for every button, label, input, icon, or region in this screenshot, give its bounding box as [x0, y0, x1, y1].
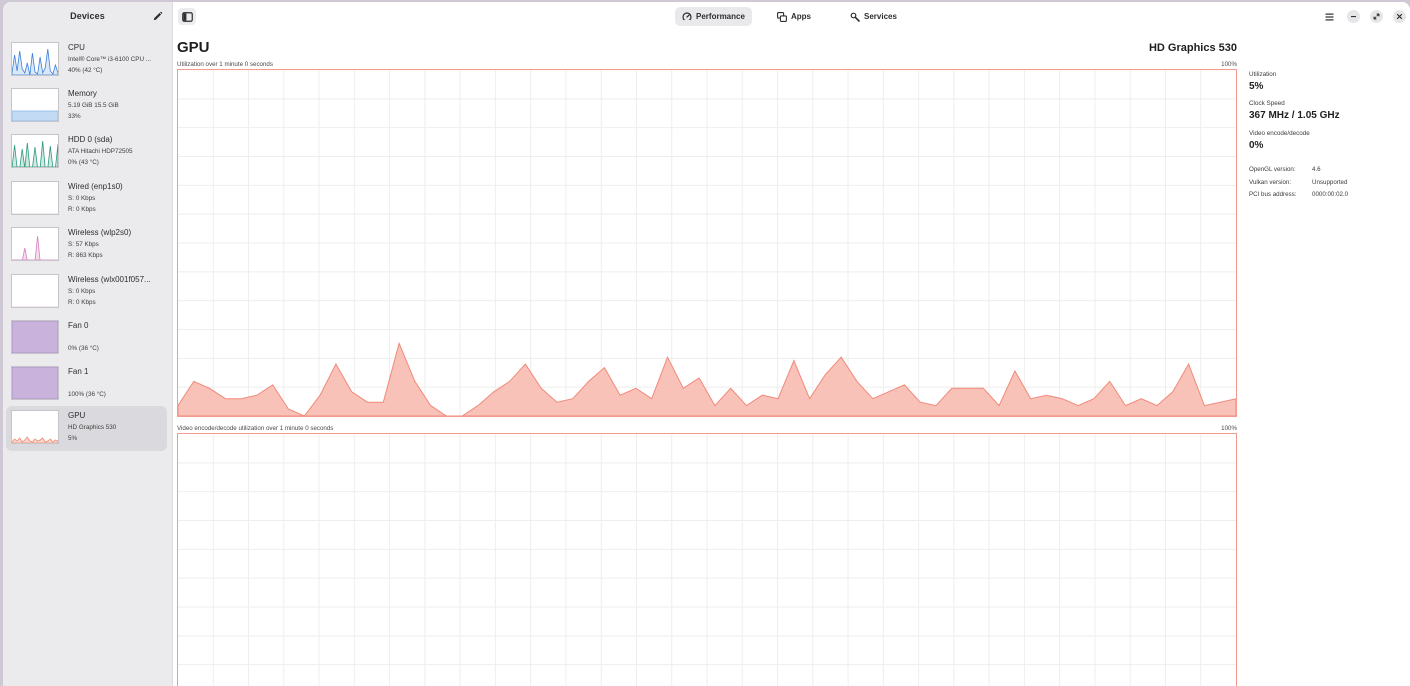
device-item-memory[interactable]: Memory 5.19 GiB 15.5 GiB 33% — [6, 84, 167, 129]
sidebar-header: Devices — [3, 2, 172, 32]
device-name: Wireless (wlp2s0) — [68, 228, 132, 237]
tab-apps[interactable]: Apps — [770, 7, 818, 26]
page-title: GPU — [177, 39, 210, 56]
utilization-graph-max: 100% — [1221, 61, 1237, 68]
utilization-value: 5% — [1249, 81, 1264, 92]
close-icon — [1396, 13, 1403, 20]
device-detail-line2: 40% (42 °C) — [68, 67, 103, 74]
clock-speed-label: Clock Speed — [1249, 100, 1285, 107]
device-name: Wireless (wlx001f057... — [68, 275, 151, 284]
tab-performance[interactable]: Performance — [675, 7, 752, 26]
sidebar-toggle-button[interactable] — [178, 8, 196, 25]
device-detail-line2: 0% (36 °C) — [68, 345, 99, 352]
tab-services-label: Services — [864, 12, 897, 21]
video-encode-decode-graph — [177, 433, 1237, 686]
tab-services[interactable]: Services — [843, 7, 904, 26]
device-name: Wired (enp1s0) — [68, 182, 123, 191]
pencil-icon — [153, 11, 162, 20]
opengl-version-label: OpenGL version: — [1249, 166, 1296, 173]
device-item-cpu[interactable]: CPU Intel® Core™ i3-6100 CPU ... 40% (42 °… — [6, 38, 167, 83]
device-detail-line1: Intel® Core™ i3-6100 CPU ... — [68, 56, 152, 63]
services-icon — [850, 12, 860, 22]
pci-bus-address-value: 0000:00:02.0 — [1312, 191, 1349, 198]
device-item-hdd-0-sda[interactable]: HDD 0 (sda) ATA Hitachi HDP72505 0% (43 °C… — [6, 130, 167, 175]
vulkan-version-value: Unsupported — [1312, 179, 1348, 186]
device-graph-thumbnail — [11, 42, 59, 76]
restore-icon — [1373, 13, 1380, 20]
device-detail-line1: S: 57 Kbps — [68, 241, 99, 248]
device-graph-thumbnail — [11, 274, 59, 308]
device-detail-line2: 0% (43 °C) — [68, 159, 99, 166]
device-name: Fan 0 — [68, 321, 89, 330]
device-detail-line1: S: 0 Kbps — [68, 195, 96, 202]
device-detail-line1: ATA Hitachi HDP72505 — [68, 148, 133, 155]
video-graph-max: 100% — [1221, 425, 1237, 432]
utilization-graph — [177, 69, 1237, 417]
maximize-button[interactable] — [1370, 10, 1383, 23]
video-encode-value: 0% — [1249, 140, 1264, 151]
device-item-wired-enp1s0[interactable]: Wired (enp1s0) S: 0 Kbps R: 0 Kbps — [6, 177, 167, 222]
device-name: HDD 0 (sda) — [68, 135, 113, 144]
device-item-gpu[interactable]: GPU HD Graphics 530 5% — [6, 406, 167, 451]
tab-apps-label: Apps — [791, 12, 811, 21]
header-bar: Performance Apps Services — [173, 2, 1410, 32]
edit-button[interactable] — [150, 9, 164, 23]
video-graph-label: Video encode/decode utilization over 1 m… — [177, 425, 334, 432]
video-encode-label: Video encode/decode — [1249, 130, 1310, 137]
device-detail-line2: 33% — [68, 113, 81, 120]
gpu-model-name: HD Graphics 530 — [1148, 42, 1237, 54]
device-item-wireless-wlx001f057[interactable]: Wireless (wlx001f057... S: 0 Kbps R: 0 Kbp… — [6, 270, 167, 315]
device-graph-thumbnail — [11, 134, 59, 168]
device-graph-thumbnail — [11, 366, 59, 400]
device-detail-line1: HD Graphics 530 — [68, 424, 117, 431]
device-name: Memory — [68, 89, 97, 98]
opengl-version-value: 4.6 — [1312, 166, 1321, 173]
utilization-graph-svg — [178, 70, 1236, 416]
device-detail-line2: 5% — [68, 435, 78, 442]
device-graph-thumbnail — [11, 410, 59, 444]
minimize-icon — [1351, 16, 1356, 18]
pci-bus-address-label: PCI bus address: — [1249, 191, 1297, 198]
main-menu-button[interactable] — [1323, 10, 1336, 23]
devices-sidebar: Devices CPU Intel® Core™ i3-6100 CPU ... 4… — [3, 2, 173, 686]
device-name: Fan 1 — [68, 367, 89, 376]
device-detail-line2: 100% (36 °C) — [68, 391, 106, 398]
device-item-fan-0[interactable]: Fan 0 0% (36 °C) — [6, 316, 167, 361]
utilization-label: Utilization — [1249, 71, 1277, 78]
close-button[interactable] — [1393, 10, 1406, 23]
device-item-wireless-wlp2s0[interactable]: Wireless (wlp2s0) S: 57 Kbps R: 863 Kbps — [6, 223, 167, 268]
device-graph-thumbnail — [11, 181, 59, 215]
gauge-icon — [682, 11, 692, 22]
device-name: GPU — [68, 411, 86, 420]
device-detail-line1: 5.19 GiB 15.5 GiB — [68, 102, 119, 109]
sidebar-toggle-icon — [181, 11, 193, 22]
utilization-graph-label: Utilization over 1 minute 0 seconds — [177, 61, 273, 68]
apps-icon — [777, 11, 787, 22]
vulkan-version-label: Vulkan version: — [1249, 179, 1292, 186]
device-detail-line2: R: 0 Kbps — [68, 299, 96, 306]
hamburger-menu-icon — [1325, 13, 1334, 20]
minimize-button[interactable] — [1347, 10, 1360, 23]
device-item-fan-1[interactable]: Fan 1 100% (36 °C) — [6, 362, 167, 407]
device-name: CPU — [68, 43, 85, 52]
tab-performance-label: Performance — [696, 12, 745, 21]
device-graph-thumbnail — [11, 88, 59, 122]
device-graph-thumbnail — [11, 320, 59, 354]
device-detail-line2: R: 0 Kbps — [68, 206, 96, 213]
video-graph-svg — [178, 434, 1236, 686]
device-graph-thumbnail — [11, 227, 59, 261]
clock-speed-value: 367 MHz / 1.05 GHz — [1249, 110, 1340, 121]
sidebar-title: Devices — [70, 11, 105, 21]
device-detail-line1: S: 0 Kbps — [68, 288, 96, 295]
app-window: Devices CPU Intel® Core™ i3-6100 CPU ... 4… — [3, 2, 1410, 686]
device-detail-line2: R: 863 Kbps — [68, 252, 103, 259]
